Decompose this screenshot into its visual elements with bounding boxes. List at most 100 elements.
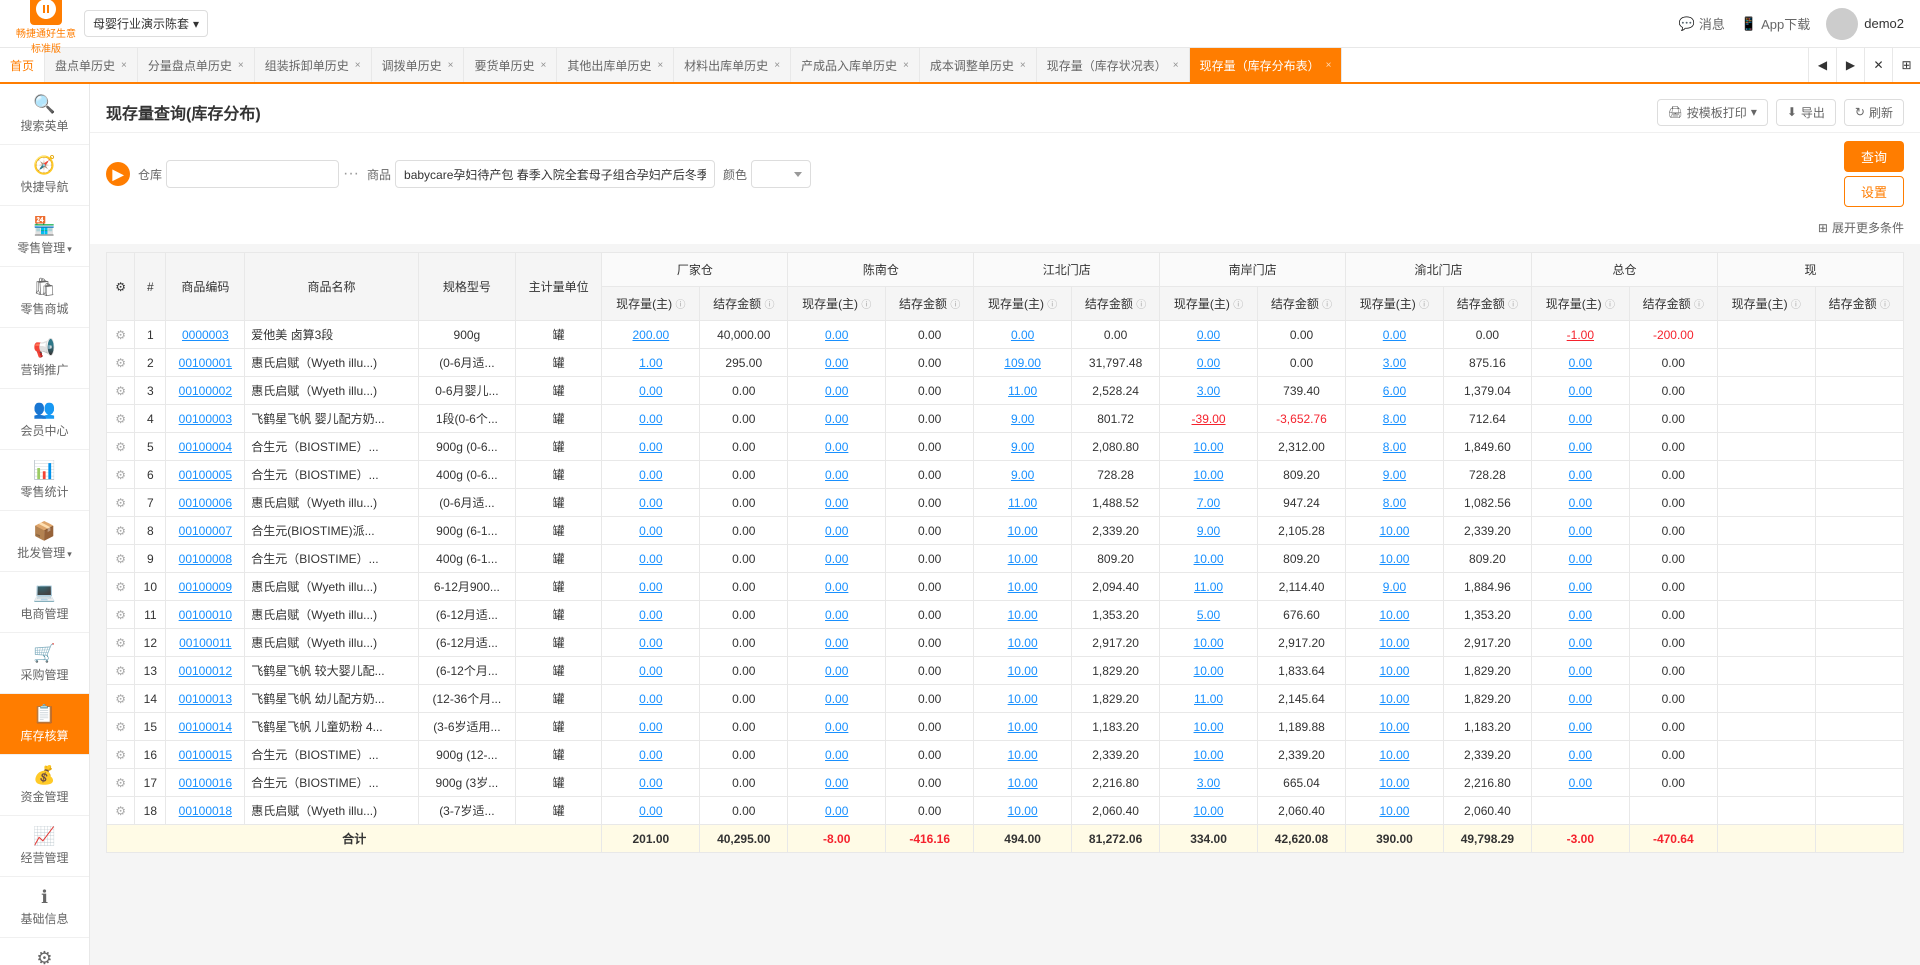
zong-stock-cell[interactable]: 0.00: [1532, 573, 1630, 601]
settings-cell[interactable]: ⚙: [107, 685, 135, 713]
tab-close-btn[interactable]: ×: [540, 60, 546, 71]
nanan-stock-cell[interactable]: 10.00: [1160, 629, 1258, 657]
jiangbei-stock-cell[interactable]: 10.00: [974, 517, 1072, 545]
code-cell[interactable]: 0000003: [166, 321, 245, 349]
yubei-stock-cell[interactable]: 10.00: [1346, 741, 1444, 769]
code-cell[interactable]: 00100009: [166, 573, 245, 601]
jiangbei-stock-cell[interactable]: 10.00: [974, 741, 1072, 769]
tab-close-btn[interactable]: ×: [1326, 60, 1332, 71]
extra-stock-cell[interactable]: [1717, 769, 1815, 797]
zong-stock-cell[interactable]: 0.00: [1532, 489, 1630, 517]
nanan-stock-cell[interactable]: 10.00: [1160, 433, 1258, 461]
nanan-stock-cell[interactable]: 7.00: [1160, 489, 1258, 517]
info-icon[interactable]: ⓘ: [1136, 300, 1146, 311]
extra-stock-cell[interactable]: [1717, 573, 1815, 601]
extra-stock-cell[interactable]: [1717, 405, 1815, 433]
sidebar-item-system[interactable]: ⚙ 系统管理: [0, 938, 89, 965]
chennan-stock-cell[interactable]: 0.00: [788, 573, 886, 601]
yubei-stock-cell[interactable]: 6.00: [1346, 377, 1444, 405]
yubei-stock-cell[interactable]: 10.00: [1346, 629, 1444, 657]
tab-t11[interactable]: 现存量（库存分布表）×: [1190, 48, 1343, 83]
jiangbei-stock-cell[interactable]: 10.00: [974, 657, 1072, 685]
color-select[interactable]: [751, 160, 811, 188]
code-cell[interactable]: 00100012: [166, 657, 245, 685]
yubei-stock-cell[interactable]: 10.00: [1346, 797, 1444, 825]
chennan-stock-cell[interactable]: 0.00: [788, 349, 886, 377]
zong-stock-cell[interactable]: 0.00: [1532, 657, 1630, 685]
info-icon[interactable]: ⓘ: [1419, 300, 1429, 311]
nanan-stock-cell[interactable]: 11.00: [1160, 685, 1258, 713]
filter-toggle-btn[interactable]: ▶: [106, 162, 130, 186]
sidebar-item-purchase[interactable]: 🛒 采购管理: [0, 633, 89, 694]
yubei-stock-cell[interactable]: 8.00: [1346, 405, 1444, 433]
jiangbei-stock-cell[interactable]: 9.00: [974, 461, 1072, 489]
chennan-stock-cell[interactable]: 0.00: [788, 685, 886, 713]
nanan-stock-cell[interactable]: 10.00: [1160, 741, 1258, 769]
zong-stock-cell[interactable]: 0.00: [1532, 377, 1630, 405]
nanan-stock-cell[interactable]: 9.00: [1160, 517, 1258, 545]
zong-stock-cell[interactable]: 0.00: [1532, 685, 1630, 713]
chennan-stock-cell[interactable]: 0.00: [788, 629, 886, 657]
factory-stock-cell[interactable]: 1.00: [602, 349, 700, 377]
yubei-stock-cell[interactable]: 9.00: [1346, 573, 1444, 601]
yubei-stock-cell[interactable]: 10.00: [1346, 657, 1444, 685]
org-selector[interactable]: 母婴行业演示陈套 ▾: [84, 10, 208, 37]
chennan-stock-cell[interactable]: 0.00: [788, 517, 886, 545]
info-icon[interactable]: ⓘ: [764, 300, 774, 311]
jiangbei-stock-cell[interactable]: 10.00: [974, 573, 1072, 601]
settings-cell[interactable]: ⚙: [107, 517, 135, 545]
factory-stock-cell[interactable]: 0.00: [602, 489, 700, 517]
tab-close-btn[interactable]: ×: [774, 60, 780, 71]
extra-stock-cell[interactable]: [1717, 797, 1815, 825]
zong-stock-cell[interactable]: 0.00: [1532, 405, 1630, 433]
sidebar-item-wholesale[interactable]: 📦 批发管理▾: [0, 511, 89, 572]
code-cell[interactable]: 00100003: [166, 405, 245, 433]
factory-stock-cell[interactable]: 0.00: [602, 769, 700, 797]
sidebar-item-member[interactable]: 👥 会员中心: [0, 389, 89, 450]
jiangbei-stock-cell[interactable]: 10.00: [974, 685, 1072, 713]
export-btn[interactable]: ⬇ 导出: [1776, 99, 1836, 126]
nanan-stock-cell[interactable]: 10.00: [1160, 461, 1258, 489]
nanan-stock-cell[interactable]: 10.00: [1160, 657, 1258, 685]
print-btn[interactable]: 🖨 按模板打印 ▾: [1657, 99, 1768, 126]
tab-t3[interactable]: 组装拆卸单历史×: [255, 48, 372, 83]
settings-cell[interactable]: ⚙: [107, 797, 135, 825]
extra-stock-cell[interactable]: [1717, 713, 1815, 741]
expand-conditions-btn[interactable]: ⊞ 展开更多条件: [1818, 219, 1904, 236]
code-cell[interactable]: 00100015: [166, 741, 245, 769]
info-icon[interactable]: ⓘ: [1694, 300, 1704, 311]
tab-close-all-btn[interactable]: ✕: [1864, 48, 1892, 83]
factory-stock-cell[interactable]: 0.00: [602, 377, 700, 405]
nanan-stock-cell[interactable]: -39.00: [1160, 405, 1258, 433]
nanan-stock-cell[interactable]: 0.00: [1160, 321, 1258, 349]
yubei-stock-cell[interactable]: 10.00: [1346, 769, 1444, 797]
chennan-stock-cell[interactable]: 0.00: [788, 545, 886, 573]
code-cell[interactable]: 00100014: [166, 713, 245, 741]
sidebar-item-retail_stats[interactable]: 📊 零售统计: [0, 450, 89, 511]
info-icon[interactable]: ⓘ: [675, 300, 685, 311]
jiangbei-stock-cell[interactable]: 11.00: [974, 377, 1072, 405]
yubei-stock-cell[interactable]: 10.00: [1346, 601, 1444, 629]
info-icon[interactable]: ⓘ: [1047, 300, 1057, 311]
tab-expand-btn[interactable]: ⊞: [1892, 48, 1920, 83]
extra-stock-cell[interactable]: [1717, 657, 1815, 685]
chennan-stock-cell[interactable]: 0.00: [788, 321, 886, 349]
info-icon[interactable]: ⓘ: [1791, 300, 1801, 311]
settings-cell[interactable]: ⚙: [107, 433, 135, 461]
nanan-stock-cell[interactable]: 3.00: [1160, 377, 1258, 405]
settings-cell[interactable]: ⚙: [107, 657, 135, 685]
yubei-stock-cell[interactable]: 9.00: [1346, 461, 1444, 489]
query-btn[interactable]: 查询: [1844, 141, 1904, 172]
sidebar-item-inventory[interactable]: 📋 库存核算: [0, 694, 89, 755]
info-icon[interactable]: ⓘ: [1508, 300, 1518, 311]
zong-stock-cell[interactable]: [1532, 797, 1630, 825]
yubei-stock-cell[interactable]: 8.00: [1346, 433, 1444, 461]
settings-cell[interactable]: ⚙: [107, 489, 135, 517]
sidebar-item-retail_mgmt[interactable]: 🏪 零售管理▾: [0, 206, 89, 267]
info-icon[interactable]: ⓘ: [1322, 300, 1332, 311]
extra-stock-cell[interactable]: [1717, 433, 1815, 461]
jiangbei-stock-cell[interactable]: 9.00: [974, 433, 1072, 461]
sidebar-item-marketing[interactable]: 📢 营销推广: [0, 328, 89, 389]
tab-t6[interactable]: 其他出库单历史×: [557, 48, 674, 83]
warehouse-input[interactable]: [166, 160, 339, 188]
